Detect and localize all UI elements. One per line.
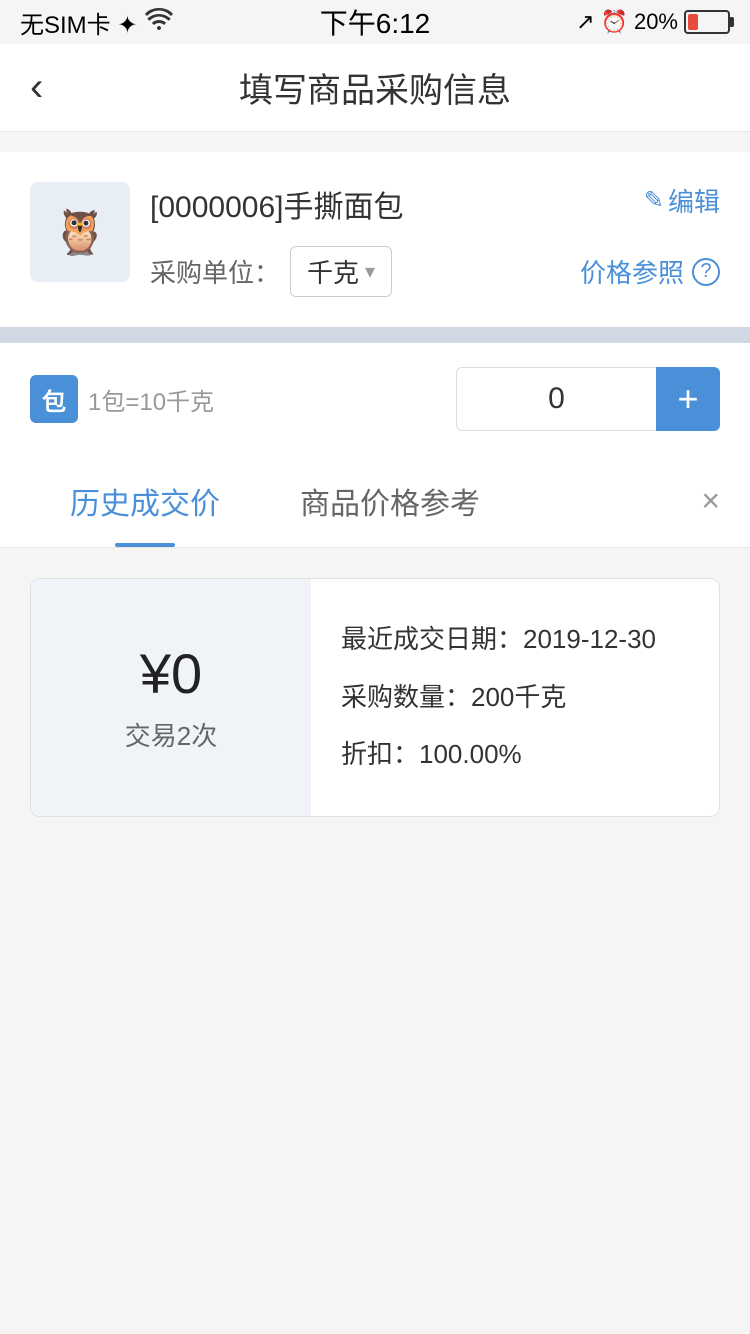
edit-button[interactable]: ✎ 编辑 <box>644 182 720 219</box>
quantity-plus-button[interactable]: + <box>656 367 720 431</box>
history-price: ¥0 <box>140 641 202 706</box>
product-name: [0000006]手撕面包 <box>150 182 644 226</box>
status-bar: 无SIM卡 ✦ 下午6:12 ↗ ⏰ 20% <box>0 0 750 44</box>
history-date-label: 最近成交日期： <box>341 624 523 654</box>
unit-label: 采购单位： <box>150 253 280 290</box>
wifi-icon <box>145 8 173 37</box>
alarm-icon: ⏰ <box>601 9 628 35</box>
nav-bar: ‹ 填写商品采购信息 <box>0 44 750 132</box>
section-divider <box>0 327 750 343</box>
product-thumbnail: 🦉 <box>30 182 130 282</box>
history-discount-row: 折扣：100.00% <box>341 734 689 776</box>
chevron-down-icon: ▾ <box>365 259 375 284</box>
price-ref-label: 价格参照 <box>580 253 684 290</box>
conversion-text: 1包=10千克 <box>88 382 214 417</box>
battery-pct: 20% <box>634 9 678 35</box>
quantity-input[interactable] <box>456 367 656 431</box>
history-card: ¥0 交易2次 最近成交日期：2019-12-30 采购数量：200千克 折扣：… <box>30 578 720 817</box>
status-left: 无SIM卡 ✦ <box>20 5 173 40</box>
history-qty-label: 采购数量： <box>341 682 471 712</box>
history-right-panel: 最近成交日期：2019-12-30 采购数量：200千克 折扣：100.00% <box>311 579 719 816</box>
unit-value: 千克 <box>307 253 359 290</box>
quantity-unit-label: 包 1包=10千克 <box>30 375 214 423</box>
status-right: ↗ ⏰ 20% <box>576 9 730 35</box>
page-title: 填写商品采购信息 <box>239 63 511 112</box>
product-image-icon: 🦉 <box>53 206 108 258</box>
price-ref-help-icon: ? <box>692 258 720 286</box>
history-qty-row: 采购数量：200千克 <box>341 677 689 719</box>
history-date-value: 2019-12-30 <box>523 624 656 654</box>
product-unit-row: 采购单位： 千克 ▾ 价格参照 ? <box>150 246 720 297</box>
edit-icon: ✎ <box>644 186 664 215</box>
unit-select[interactable]: 千克 ▾ <box>290 246 392 297</box>
carrier-text: 无SIM卡 ✦ <box>20 5 137 40</box>
product-card: 🦉 [0000006]手撕面包 ✎ 编辑 采购单位： 千克 ▾ 价格参照 ? <box>0 152 750 327</box>
location-icon: ↗ <box>576 9 594 35</box>
history-date-row: 最近成交日期：2019-12-30 <box>341 619 689 661</box>
history-trades: 交易2次 <box>125 716 217 753</box>
product-header: [0000006]手撕面包 ✎ 编辑 <box>150 182 720 226</box>
back-button[interactable]: ‹ <box>30 65 43 110</box>
tab-price-reference[interactable]: 商品价格参考 <box>260 455 520 547</box>
tab-row: 历史成交价 商品价格参考 × <box>0 455 750 548</box>
tab-price-ref-label: 商品价格参考 <box>300 488 480 521</box>
tab-history-price[interactable]: 历史成交价 <box>30 455 260 547</box>
battery-icon <box>684 10 730 34</box>
product-info: [0000006]手撕面包 ✎ 编辑 采购单位： 千克 ▾ 价格参照 ? <box>150 182 720 297</box>
quantity-row: 包 1包=10千克 + <box>0 343 750 455</box>
unit-left: 采购单位： 千克 ▾ <box>150 246 392 297</box>
history-discount-value: 100.00% <box>419 739 522 769</box>
history-qty-value: 200千克 <box>471 682 566 712</box>
history-section: ¥0 交易2次 最近成交日期：2019-12-30 采购数量：200千克 折扣：… <box>0 548 750 1148</box>
status-time: 下午6:12 <box>320 2 431 42</box>
unit-box: 包 <box>30 375 78 423</box>
tab-active-indicator <box>115 543 175 547</box>
history-discount-label: 折扣： <box>341 739 419 769</box>
quantity-control: + <box>456 367 720 431</box>
edit-label: 编辑 <box>668 182 720 219</box>
history-left-panel: ¥0 交易2次 <box>31 579 311 816</box>
tab-history-label: 历史成交价 <box>70 488 220 521</box>
price-ref-button[interactable]: 价格参照 ? <box>580 253 720 290</box>
tab-close-button[interactable]: × <box>701 483 720 520</box>
